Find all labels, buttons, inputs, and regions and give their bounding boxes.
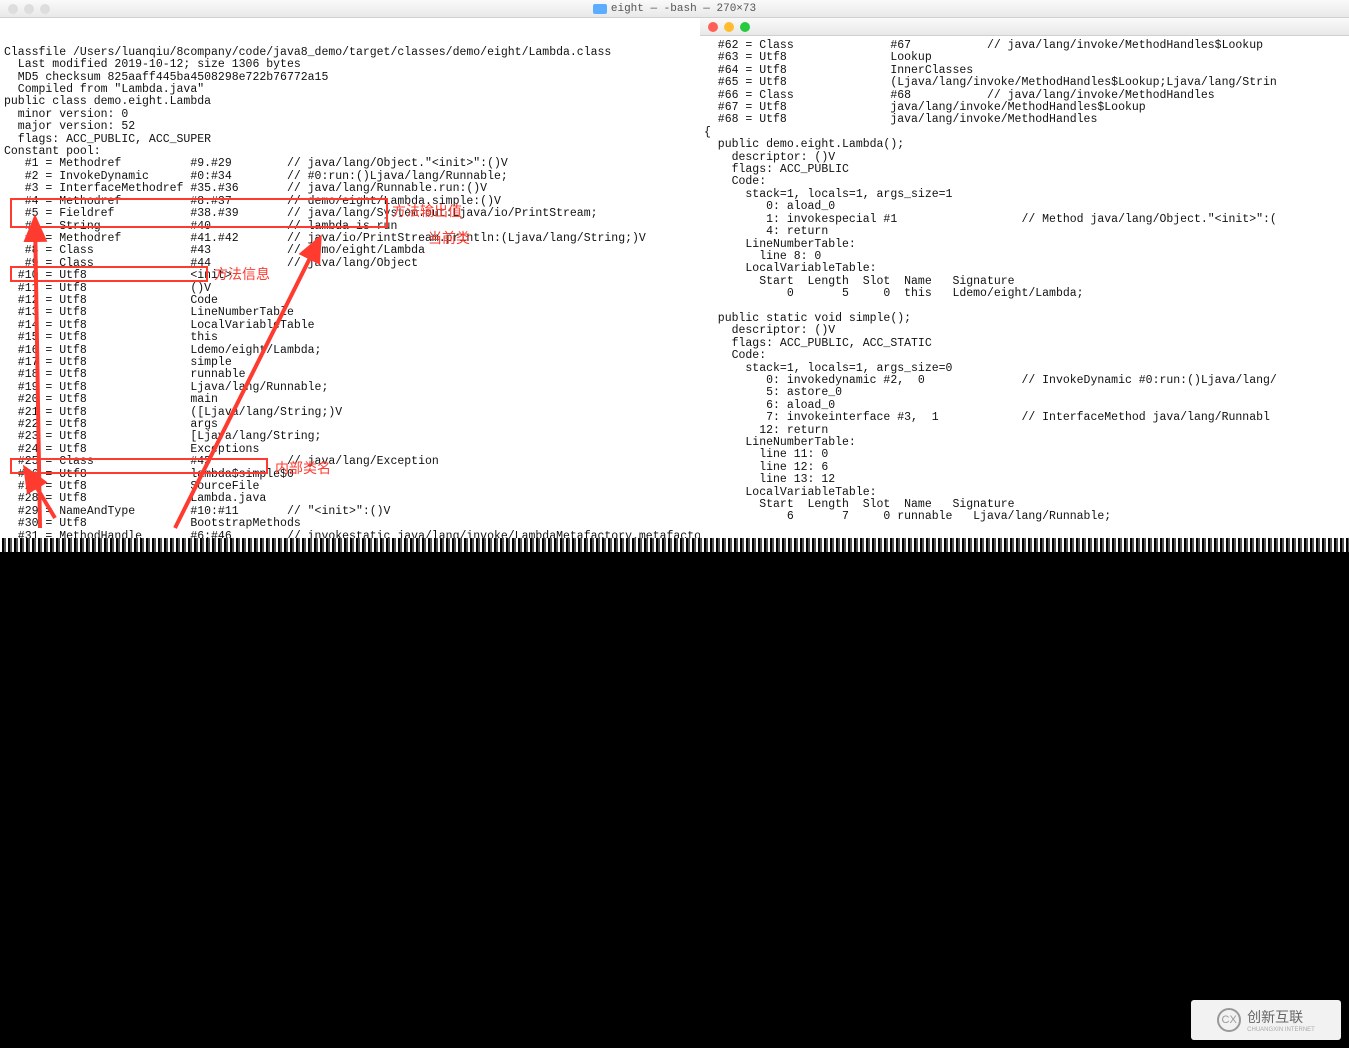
terminal-right[interactable]: #62 = Class #67 // java/lang/invoke/Meth… (700, 18, 1349, 538)
watermark: CX 创新互联 CHUANGXIN INTERNET (1191, 1000, 1341, 1040)
annotation-label-current-class: 当前类 (428, 228, 470, 248)
annotation-label-method-output: 方法输出值 (392, 201, 462, 221)
annotation-label-method-info: 方法信息 (214, 264, 270, 284)
watermark-logo-icon: CX (1217, 1008, 1241, 1032)
noise-strip (0, 538, 1349, 552)
zoom-button-inactive[interactable] (40, 4, 50, 14)
terminal-left[interactable]: Classfile /Users/luanqiu/8company/code/j… (0, 18, 700, 538)
terminal-left-content: Classfile /Users/luanqiu/8company/code/j… (4, 47, 696, 538)
terminal-right-content: #62 = Class #67 // java/lang/invoke/Meth… (700, 36, 1349, 528)
traffic-lights-left (8, 4, 50, 14)
minimize-button[interactable] (724, 22, 734, 32)
window-title: eight — -bash — 270×73 (611, 3, 756, 15)
close-button-inactive[interactable] (8, 4, 18, 14)
zoom-button[interactable] (740, 22, 750, 32)
watermark-sub: CHUANGXIN INTERNET (1247, 1027, 1315, 1033)
minimize-button-inactive[interactable] (24, 4, 34, 14)
watermark-text: 创新互联 (1247, 1007, 1315, 1027)
annotation-label-inner-class: 内部类名 (275, 458, 331, 478)
folder-icon (593, 4, 607, 14)
close-button[interactable] (708, 22, 718, 32)
terminal-right-titlebar (700, 18, 1349, 36)
window-titlebar: eight — -bash — 270×73 (0, 0, 1349, 18)
